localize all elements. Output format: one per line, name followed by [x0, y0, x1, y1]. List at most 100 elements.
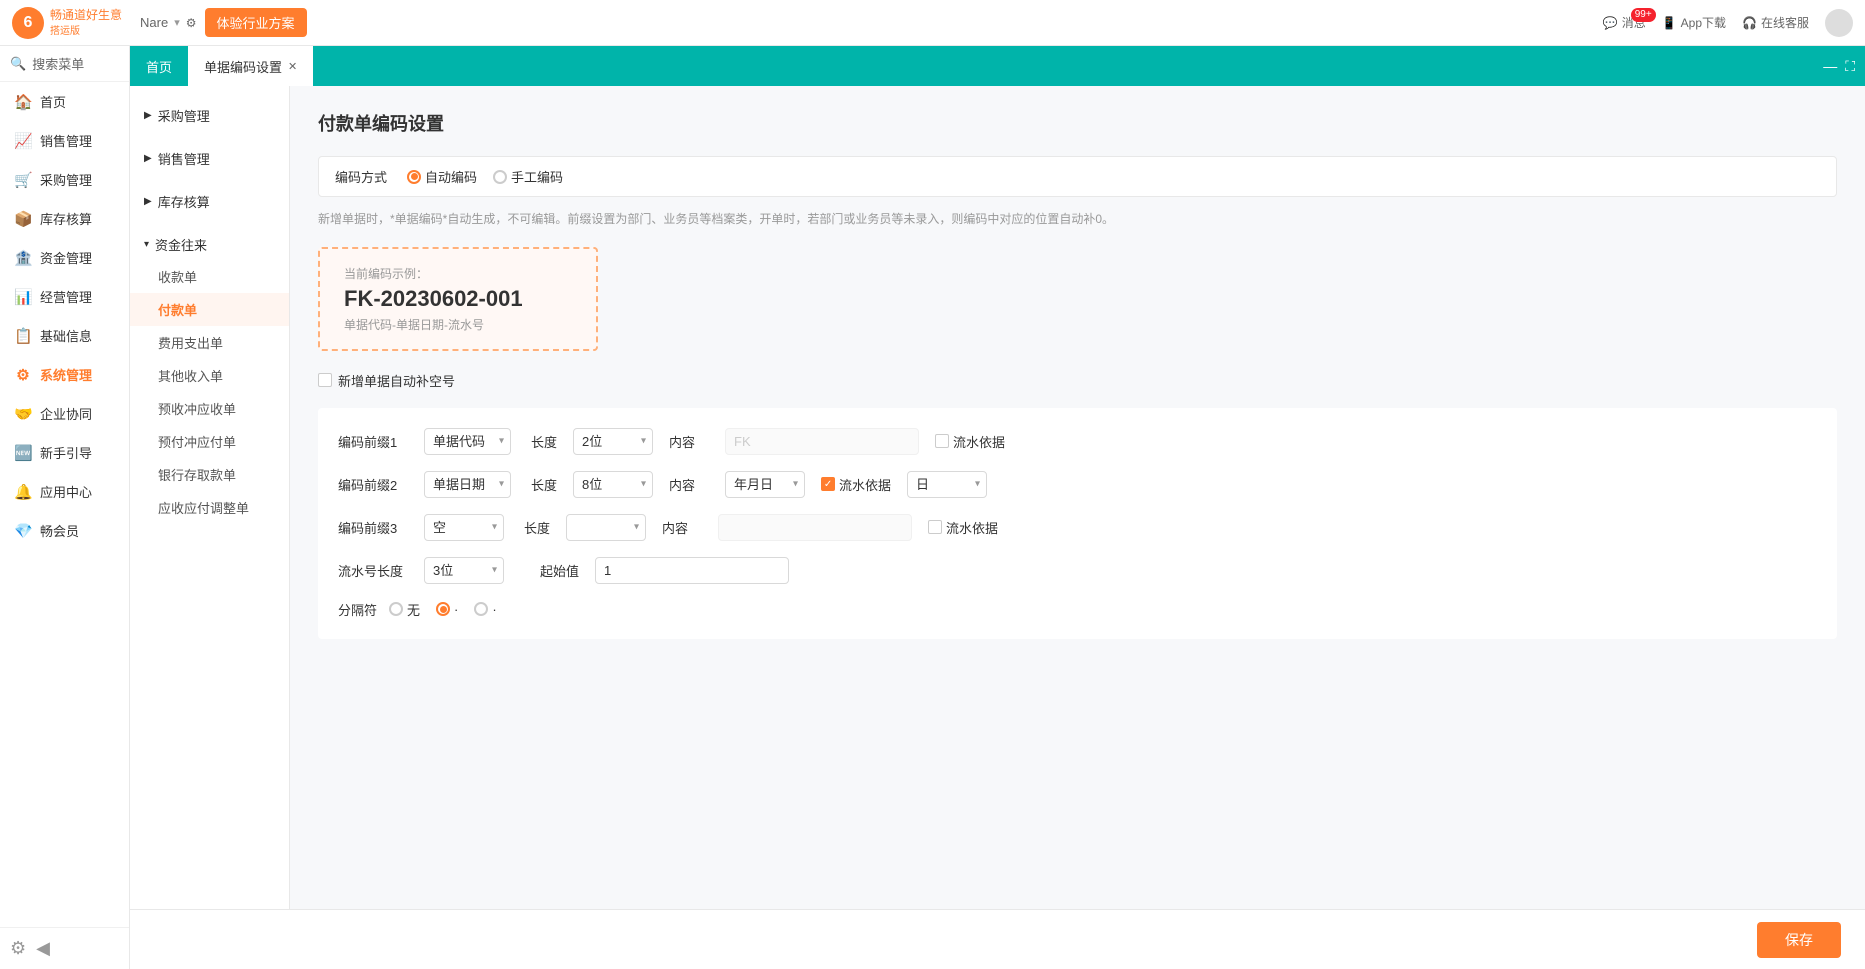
sep-dash-label: ·: [454, 602, 458, 617]
settings-icon[interactable]: ⚙: [10, 938, 26, 959]
sidebar-item-home[interactable]: 🏠 首页: [0, 82, 129, 121]
sep-dot-radio[interactable]: [474, 602, 488, 616]
main-layout: 🔍 搜索菜单 🏠 首页 📈 销售管理 🛒 采购管理 📦 库存核算 🏦 资金管理 …: [0, 46, 1865, 969]
auto-code-option[interactable]: 自动编码: [407, 167, 477, 186]
sub-item-payment[interactable]: 付款单: [130, 293, 289, 326]
tab-home[interactable]: 首页: [130, 46, 188, 86]
prefix1-select[interactable]: 单据代码: [424, 428, 511, 455]
auto-fill-checkbox[interactable]: [318, 373, 332, 387]
sub-group-inventory-title[interactable]: ▶ 库存核算: [130, 186, 289, 217]
serial3-check-icon[interactable]: [928, 520, 942, 534]
sales-icon: 📈: [14, 132, 32, 150]
gear-icon[interactable]: ⚙: [186, 16, 197, 30]
start-value-input[interactable]: [595, 557, 789, 584]
sub-item-pre-payable[interactable]: 预付冲应付单: [130, 425, 289, 458]
serial1-checkbox[interactable]: 流水依据: [935, 432, 1005, 451]
nav-chevron-icon[interactable]: ▾: [174, 16, 180, 29]
serial1-label: 流水依据: [953, 432, 1005, 451]
chevron-right-icon3: ▶: [144, 196, 152, 207]
tab-code-setting[interactable]: 单据编码设置 ✕: [188, 46, 313, 86]
sub-group-finance-label: 资金往来: [155, 235, 207, 254]
sub-group-sales: ▶ 销售管理: [130, 137, 289, 180]
message-badge: 99+: [1631, 8, 1656, 22]
sidebar-home-label: 首页: [40, 92, 66, 111]
system-icon: ⚙: [14, 366, 32, 384]
serial2-check-icon[interactable]: ✓: [821, 477, 835, 491]
app-download-btn[interactable]: 📱 App下载: [1662, 14, 1726, 31]
bottom-bar: 保存: [130, 909, 1865, 969]
sub-item-receipt[interactable]: 收款单: [130, 260, 289, 293]
sidebar-item-guide[interactable]: 🆕 新手引导: [0, 433, 129, 472]
sep-dash-radio[interactable]: [436, 602, 450, 616]
auto-code-radio[interactable]: [407, 170, 421, 184]
sidebar-item-basic[interactable]: 📋 基础信息: [0, 316, 129, 355]
manual-code-option[interactable]: 手工编码: [493, 167, 563, 186]
start-label: 起始值: [540, 561, 579, 580]
sidebar-item-appstore[interactable]: 🔔 应用中心: [0, 472, 129, 511]
length1-select-wrapper: 2位: [573, 428, 653, 455]
sep-dash-option[interactable]: ·: [436, 602, 458, 617]
prefix3-row: 编码前缀3 空 长度 内容: [338, 514, 1817, 541]
content2-select[interactable]: 年月日: [725, 471, 805, 498]
serial3-label: 流水依据: [946, 518, 998, 537]
sidebar-item-operations[interactable]: 📊 经营管理: [0, 277, 129, 316]
auto-fill-label: 新增单据自动补空号: [338, 371, 455, 390]
sep-none-option[interactable]: 无: [389, 600, 420, 619]
member-icon: 💎: [14, 522, 32, 540]
tab-expand-icon[interactable]: ⛶: [1845, 58, 1855, 75]
prefix3-select[interactable]: 空: [424, 514, 504, 541]
sub-item-expense[interactable]: 费用支出单: [130, 326, 289, 359]
manual-code-radio[interactable]: [493, 170, 507, 184]
sidebar-item-enterprise[interactable]: 🤝 企业协同: [0, 394, 129, 433]
sidebar-system-label: 系统管理: [40, 365, 92, 384]
prefix2-select[interactable]: 单据日期: [424, 471, 511, 498]
sub-group-sales-title[interactable]: ▶ 销售管理: [130, 143, 289, 174]
save-button[interactable]: 保存: [1757, 922, 1841, 958]
length1-select[interactable]: 2位: [573, 428, 653, 455]
sidebar-item-member[interactable]: 💎 畅会员: [0, 511, 129, 550]
content3-input: [718, 514, 912, 541]
collapse-icon[interactable]: ◀: [36, 938, 50, 959]
sidebar-inventory-label: 库存核算: [40, 209, 92, 228]
serial1-check-icon[interactable]: [935, 434, 949, 448]
industry-btn[interactable]: 体验行业方案: [205, 8, 307, 37]
code-method-bar: 编码方式 自动编码 手工编码: [318, 156, 1837, 197]
serial2-checkbox[interactable]: ✓ 流水依据: [821, 475, 891, 494]
sub-item-adjust[interactable]: 应收应付调整单: [130, 491, 289, 524]
sep-dot-option[interactable]: ·: [474, 602, 496, 617]
prefix2-label: 编码前缀2: [338, 475, 408, 494]
sep-none-radio[interactable]: [389, 602, 403, 616]
serial-length-select-wrapper: 3位: [424, 557, 504, 584]
serial-length-row: 流水号长度 3位 起始值: [338, 557, 1817, 584]
serial-length-select[interactable]: 3位: [424, 557, 504, 584]
serial2-unit-select[interactable]: 日: [907, 471, 987, 498]
prefix3-select-wrapper: 空: [424, 514, 504, 541]
sidebar-search[interactable]: 🔍 搜索菜单: [0, 46, 129, 82]
sidebar-item-inventory[interactable]: 📦 库存核算: [0, 199, 129, 238]
length2-label: 长度: [531, 475, 557, 494]
sub-item-pre-receivable[interactable]: 预收冲应收单: [130, 392, 289, 425]
sidebar-item-system[interactable]: ⚙ 系统管理: [0, 355, 129, 394]
online-service-btn[interactable]: 🎧 在线客服: [1742, 14, 1809, 31]
sub-group-finance-title[interactable]: ▾ 资金往来: [130, 229, 289, 260]
radio-group: 自动编码 手工编码: [407, 167, 563, 186]
message-btn[interactable]: 💬 消息 99+: [1603, 14, 1646, 31]
tab-minimize-icon[interactable]: —: [1823, 58, 1837, 74]
sub-group-inventory-label: 库存核算: [158, 192, 210, 211]
sub-item-other-income[interactable]: 其他收入单: [130, 359, 289, 392]
length2-select[interactable]: 8位: [573, 471, 653, 498]
operations-icon: 📊: [14, 288, 32, 306]
sidebar-item-finance[interactable]: 🏦 资金管理: [0, 238, 129, 277]
user-avatar[interactable]: [1825, 9, 1853, 37]
sub-group-purchase-title[interactable]: ▶ 采购管理: [130, 100, 289, 131]
sep-dot-label: ·: [492, 602, 496, 617]
sidebar-appstore-label: 应用中心: [40, 482, 92, 501]
sidebar-item-purchase[interactable]: 🛒 采购管理: [0, 160, 129, 199]
search-label: 搜索菜单: [32, 54, 84, 73]
sub-item-bank[interactable]: 银行存取款单: [130, 458, 289, 491]
serial3-checkbox[interactable]: 流水依据: [928, 518, 998, 537]
sidebar-item-sales[interactable]: 📈 销售管理: [0, 121, 129, 160]
tab-close-icon[interactable]: ✕: [288, 60, 297, 73]
length3-select[interactable]: [566, 514, 646, 541]
online-service-label: 在线客服: [1761, 14, 1809, 31]
